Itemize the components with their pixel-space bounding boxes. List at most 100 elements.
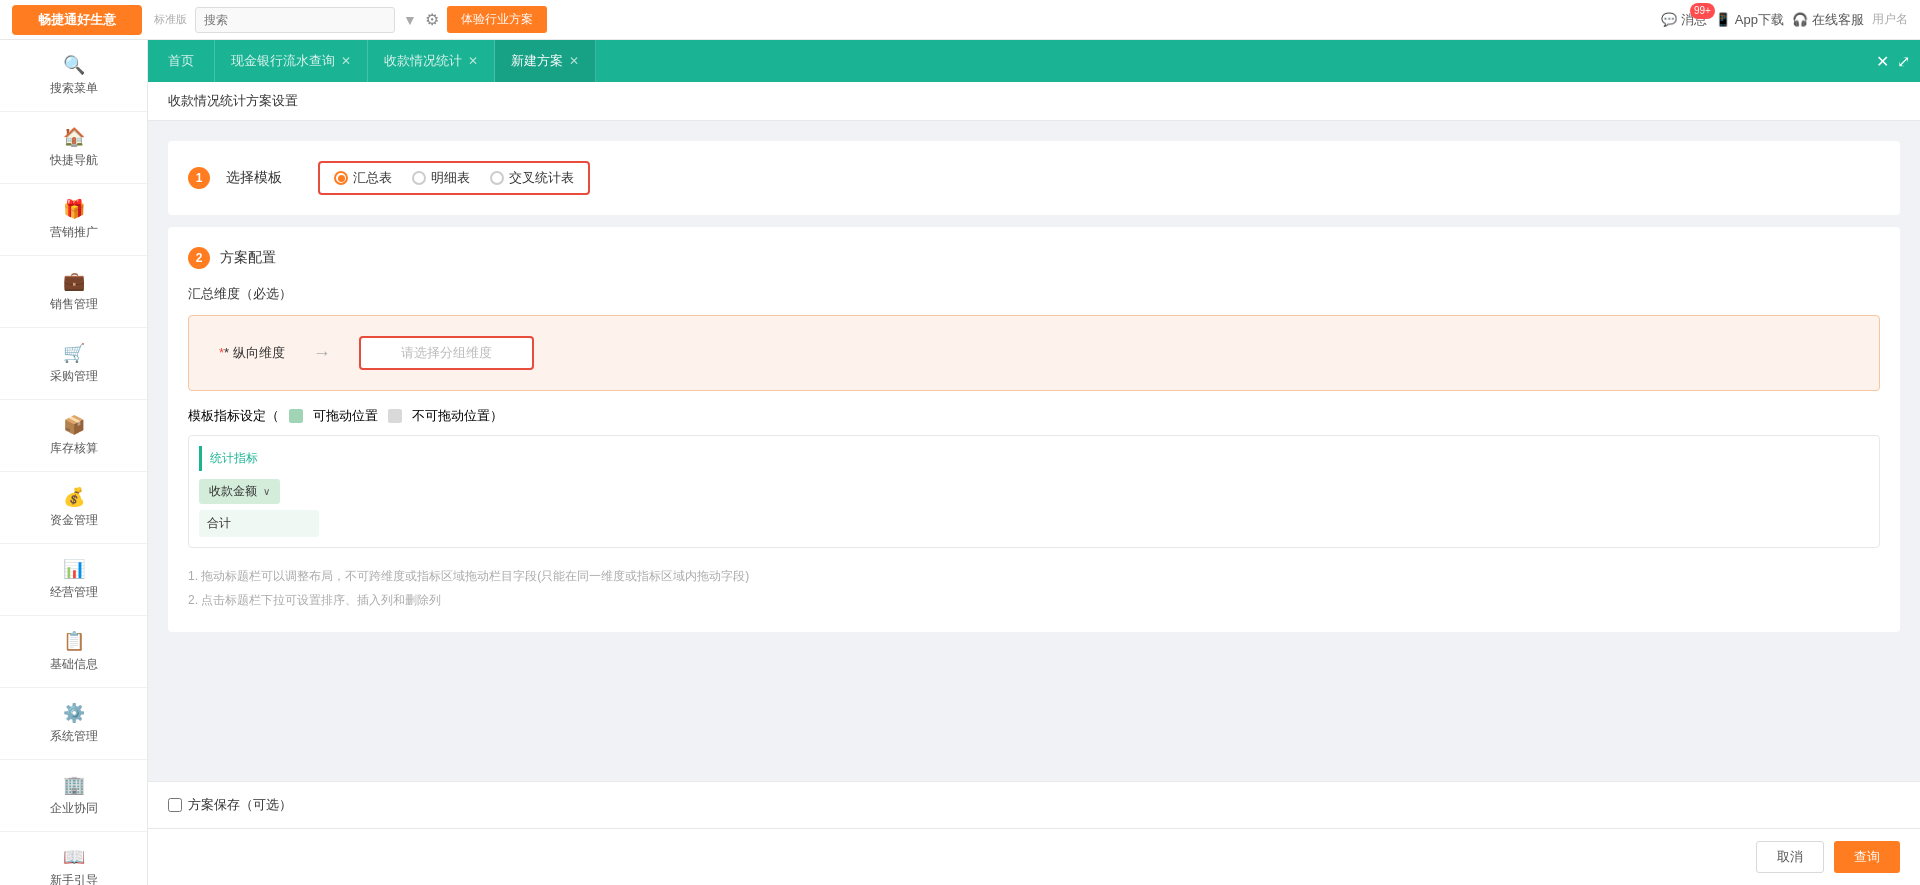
metrics-label-row: 模板指标设定（ 可拖动位置 不可拖动位置） — [188, 407, 1880, 425]
sidebar-item-enterprise[interactable]: 🏢 企业协同 — [0, 760, 147, 832]
tab-new-plan[interactable]: 新建方案 ✕ — [495, 40, 596, 82]
tab-new-plan-label: 新建方案 — [511, 52, 563, 70]
save-label: 方案保存（可选） — [188, 796, 292, 814]
footer-bar: 取消 查询 — [148, 828, 1920, 885]
metric-subtag-label: 合计 — [207, 515, 231, 532]
service-icon: 🎧 — [1792, 12, 1808, 27]
download-action[interactable]: 📱 App下载 — [1715, 11, 1784, 29]
tab-new-plan-close[interactable]: ✕ — [569, 54, 579, 68]
section2-header: 2 方案配置 — [188, 247, 1880, 269]
sidebar: 🔍 搜索菜单 🏠 快捷导航 🎁 营销推广 💼 销售管理 🛒 采购管理 📦 库存核… — [0, 40, 148, 885]
marketing-icon: 🎁 — [63, 198, 85, 220]
radio-summary[interactable]: 汇总表 — [334, 169, 392, 187]
sidebar-item-label: 采购管理 — [50, 368, 98, 385]
sidebar-item-label: 新手引导 — [50, 872, 98, 885]
tip2-text: 2. 点击标题栏下拉可设置排序、插入列和删除列 — [188, 588, 441, 612]
section1-num: 1 — [188, 167, 210, 189]
top-bar: 畅捷通好生意 标准版 ▼ ⚙ 体验行业方案 💬 消息 99+ 📱 App下载 🎧… — [0, 0, 1920, 40]
finance-icon: 💰 — [63, 486, 85, 508]
tab-bank-flow[interactable]: 现金银行流水查询 ✕ — [215, 40, 368, 82]
sidebar-item-quick-nav[interactable]: 🏠 快捷导航 — [0, 112, 147, 184]
sidebar-item-label: 企业协同 — [50, 800, 98, 817]
system-icon: ⚙️ — [63, 702, 85, 724]
metric-tag-payment[interactable]: 收款金额 ∨ — [199, 479, 280, 504]
edition-label: 标准版 — [154, 12, 187, 27]
form-area: 1 选择模板 汇总表 明细表 — [148, 121, 1920, 781]
radio-detail-label: 明细表 — [431, 169, 470, 187]
draggable-hint-box — [289, 409, 303, 423]
service-action[interactable]: 🎧 在线客服 — [1792, 11, 1864, 29]
sidebar-item-search-menu[interactable]: 🔍 搜索菜单 — [0, 40, 147, 112]
tab-close-icon[interactable]: ✕ — [1876, 52, 1889, 71]
tip-line-1: 1. 拖动标题栏可以调整布局，不可跨维度或指标区域拖动栏目字段(只能在同一维度或… — [188, 564, 1880, 588]
app-logo: 畅捷通好生意 — [12, 5, 142, 35]
section-template: 1 选择模板 汇总表 明细表 — [168, 141, 1900, 215]
not-draggable-hint-box — [388, 409, 402, 423]
sidebar-item-label: 基础信息 — [50, 656, 98, 673]
metric-section-label: 统计指标 — [199, 446, 1869, 471]
message-icon: 💬 — [1661, 12, 1677, 27]
tab-home-label: 首页 — [168, 52, 194, 70]
tab-home[interactable]: 首页 — [148, 40, 215, 82]
download-icon: 📱 — [1715, 12, 1731, 27]
radio-summary-label: 汇总表 — [353, 169, 392, 187]
not-draggable-hint-label: 不可拖动位置） — [412, 407, 503, 425]
metrics-config-label: 模板指标设定（ — [188, 407, 279, 425]
tab-bar-actions: ✕ ⤢ — [1876, 52, 1920, 71]
sidebar-item-label: 搜索菜单 — [50, 80, 98, 97]
radio-detail[interactable]: 明细表 — [412, 169, 470, 187]
tab-payment-stats[interactable]: 收款情况统计 ✕ — [368, 40, 495, 82]
save-checkbox[interactable] — [168, 798, 182, 812]
purchase-icon: 🛒 — [63, 342, 85, 364]
sidebar-item-label: 快捷导航 — [50, 152, 98, 169]
sidebar-item-marketing[interactable]: 🎁 营销推广 — [0, 184, 147, 256]
sidebar-item-operations[interactable]: 📊 经营管理 — [0, 544, 147, 616]
query-button[interactable]: 查询 — [1834, 841, 1900, 873]
quick-nav-icon: 🏠 — [63, 126, 85, 148]
tab-expand-icon[interactable]: ⤢ — [1897, 52, 1910, 71]
message-action[interactable]: 💬 消息 99+ — [1661, 11, 1707, 29]
search-input[interactable] — [195, 7, 395, 33]
sidebar-item-guide[interactable]: 📖 新手引导 — [0, 832, 147, 885]
page-content: 收款情况统计方案设置 1 选择模板 汇总表 — [148, 82, 1920, 885]
section2-num: 2 — [188, 247, 210, 269]
sales-icon: 💼 — [63, 270, 85, 292]
dimension-area: ** 纵向维度 → 请选择分组维度 — [188, 315, 1880, 391]
inventory-icon: 📦 — [63, 414, 85, 436]
page-header-title: 收款情况统计方案设置 — [168, 93, 298, 108]
user-name: 用户名 — [1872, 11, 1908, 28]
content-area: 首页 现金银行流水查询 ✕ 收款情况统计 ✕ 新建方案 ✕ ✕ ⤢ — [148, 40, 1920, 885]
metric-subtag-row: 合计 — [199, 510, 319, 537]
sidebar-item-label: 营销推广 — [50, 224, 98, 241]
search-dropdown-icon[interactable]: ▼ — [403, 12, 417, 28]
industry-btn[interactable]: 体验行业方案 — [447, 6, 547, 33]
sidebar-item-inventory[interactable]: 📦 库存核算 — [0, 400, 147, 472]
enterprise-icon: 🏢 — [63, 774, 85, 796]
sidebar-item-label: 销售管理 — [50, 296, 98, 313]
sidebar-item-finance[interactable]: 💰 资金管理 — [0, 472, 147, 544]
sidebar-item-label: 库存核算 — [50, 440, 98, 457]
tab-bank-flow-label: 现金银行流水查询 — [231, 52, 335, 70]
sidebar-item-sales[interactable]: 💼 销售管理 — [0, 256, 147, 328]
cancel-button[interactable]: 取消 — [1756, 841, 1824, 873]
tab-bank-flow-close[interactable]: ✕ — [341, 54, 351, 68]
tab-payment-stats-close[interactable]: ✕ — [468, 54, 478, 68]
tip-line-2: 2. 点击标题栏下拉可设置排序、插入列和删除列 — [188, 588, 1880, 612]
sidebar-item-base-info[interactable]: 📋 基础信息 — [0, 616, 147, 688]
dim-arrow-icon: → — [313, 343, 331, 364]
radio-cross[interactable]: 交叉统计表 — [490, 169, 574, 187]
search-menu-icon: 🔍 — [63, 54, 85, 76]
page-header: 收款情况统计方案设置 — [148, 82, 1920, 121]
section2-title: 方案配置 — [220, 249, 276, 267]
section1-row: 1 选择模板 汇总表 明细表 — [188, 161, 1880, 195]
sidebar-item-purchase[interactable]: 🛒 采购管理 — [0, 328, 147, 400]
radio-detail-circle — [412, 171, 426, 185]
operations-icon: 📊 — [63, 558, 85, 580]
vertical-dim-label: ** 纵向维度 — [219, 344, 285, 362]
radio-summary-circle — [334, 171, 348, 185]
gear-icon[interactable]: ⚙ — [425, 10, 439, 29]
sidebar-item-system[interactable]: ⚙️ 系统管理 — [0, 688, 147, 760]
sidebar-item-label: 系统管理 — [50, 728, 98, 745]
dimension-selector[interactable]: 请选择分组维度 — [359, 336, 534, 370]
guide-icon: 📖 — [63, 846, 85, 868]
